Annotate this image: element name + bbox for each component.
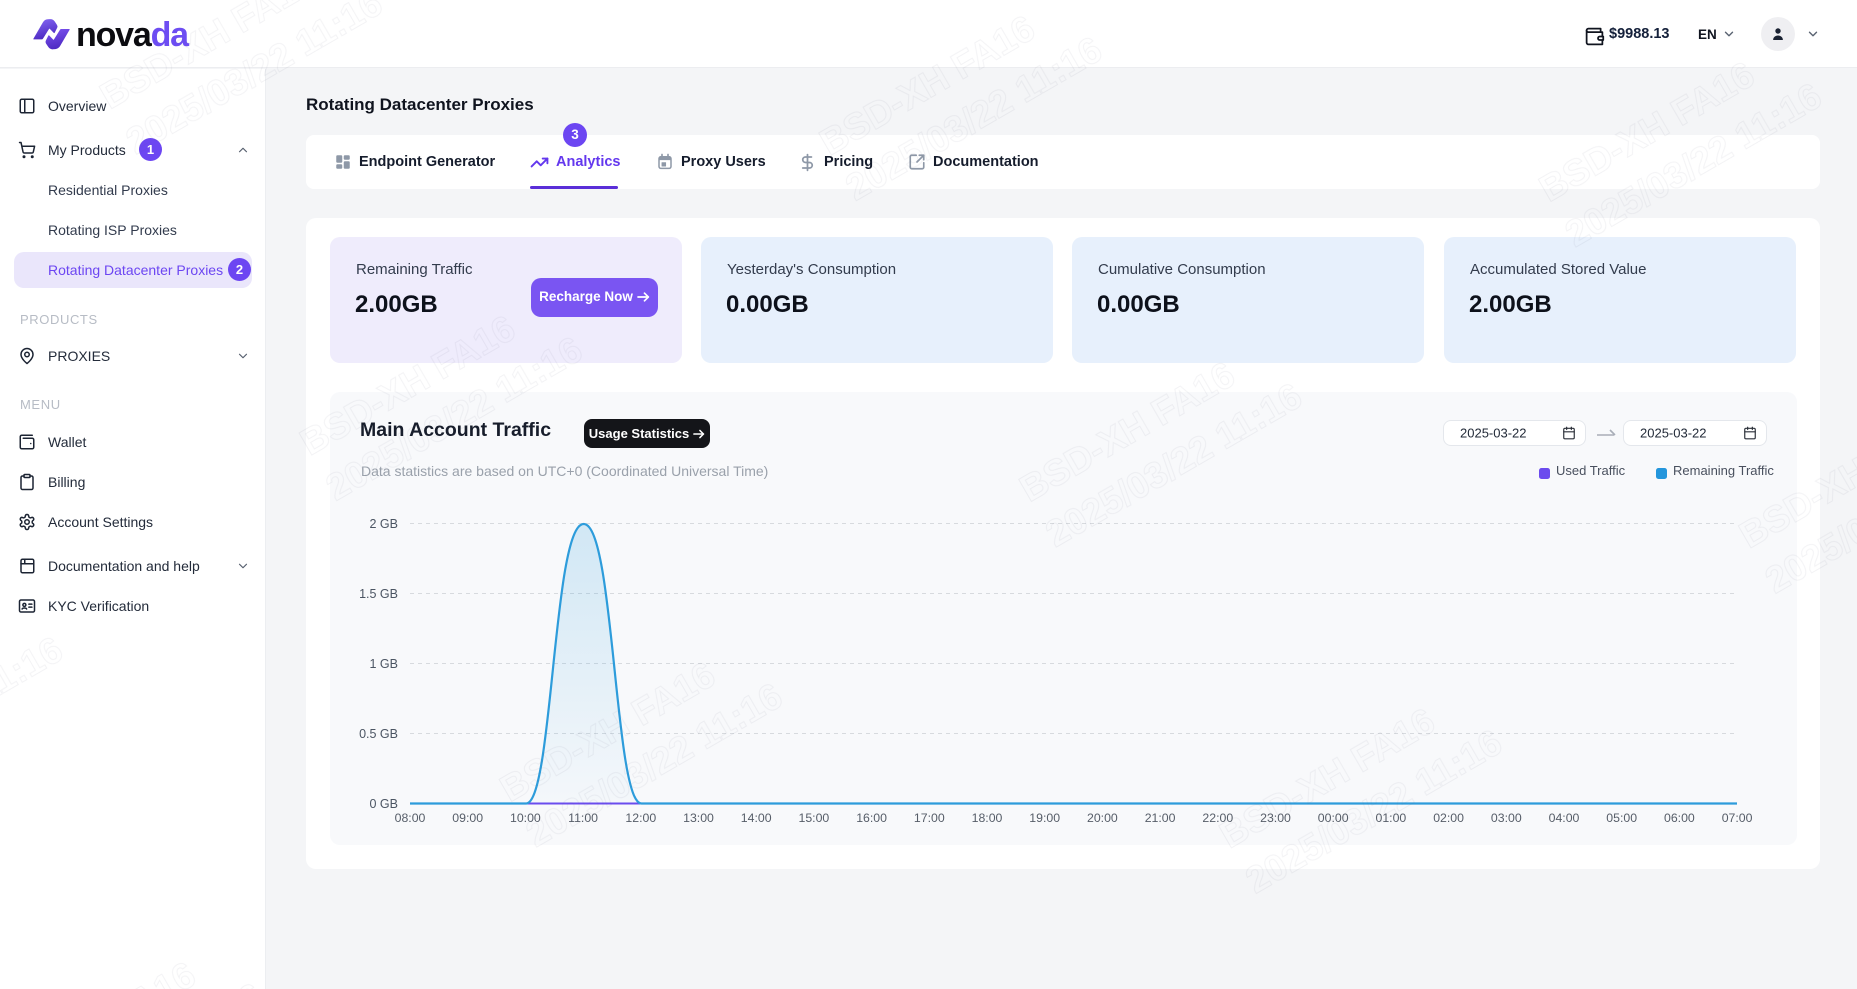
svg-text:09:00: 09:00 bbox=[452, 811, 483, 825]
svg-text:2 GB: 2 GB bbox=[370, 517, 399, 531]
svg-text:07:00: 07:00 bbox=[1722, 811, 1753, 825]
svg-text:16:00: 16:00 bbox=[856, 811, 887, 825]
svg-text:01:00: 01:00 bbox=[1376, 811, 1407, 825]
svg-text:03:00: 03:00 bbox=[1491, 811, 1522, 825]
svg-text:14:00: 14:00 bbox=[741, 811, 772, 825]
svg-text:04:00: 04:00 bbox=[1549, 811, 1580, 825]
svg-text:18:00: 18:00 bbox=[972, 811, 1003, 825]
svg-text:20:00: 20:00 bbox=[1087, 811, 1118, 825]
svg-text:1 GB: 1 GB bbox=[370, 657, 399, 671]
svg-text:11:00: 11:00 bbox=[568, 811, 598, 825]
svg-text:12:00: 12:00 bbox=[625, 811, 656, 825]
svg-text:05:00: 05:00 bbox=[1606, 811, 1637, 825]
svg-text:00:00: 00:00 bbox=[1318, 811, 1349, 825]
svg-text:06:00: 06:00 bbox=[1664, 811, 1695, 825]
svg-text:21:00: 21:00 bbox=[1145, 811, 1176, 825]
svg-text:23:00: 23:00 bbox=[1260, 811, 1291, 825]
svg-text:19:00: 19:00 bbox=[1029, 811, 1060, 825]
svg-text:02:00: 02:00 bbox=[1433, 811, 1464, 825]
svg-text:0.5 GB: 0.5 GB bbox=[359, 727, 398, 741]
svg-text:17:00: 17:00 bbox=[914, 811, 945, 825]
svg-text:0 GB: 0 GB bbox=[370, 797, 399, 811]
svg-text:13:00: 13:00 bbox=[683, 811, 714, 825]
svg-text:08:00: 08:00 bbox=[395, 811, 426, 825]
svg-text:22:00: 22:00 bbox=[1202, 811, 1233, 825]
svg-text:1.5 GB: 1.5 GB bbox=[359, 587, 398, 601]
svg-text:10:00: 10:00 bbox=[510, 811, 541, 825]
svg-text:15:00: 15:00 bbox=[799, 811, 830, 825]
